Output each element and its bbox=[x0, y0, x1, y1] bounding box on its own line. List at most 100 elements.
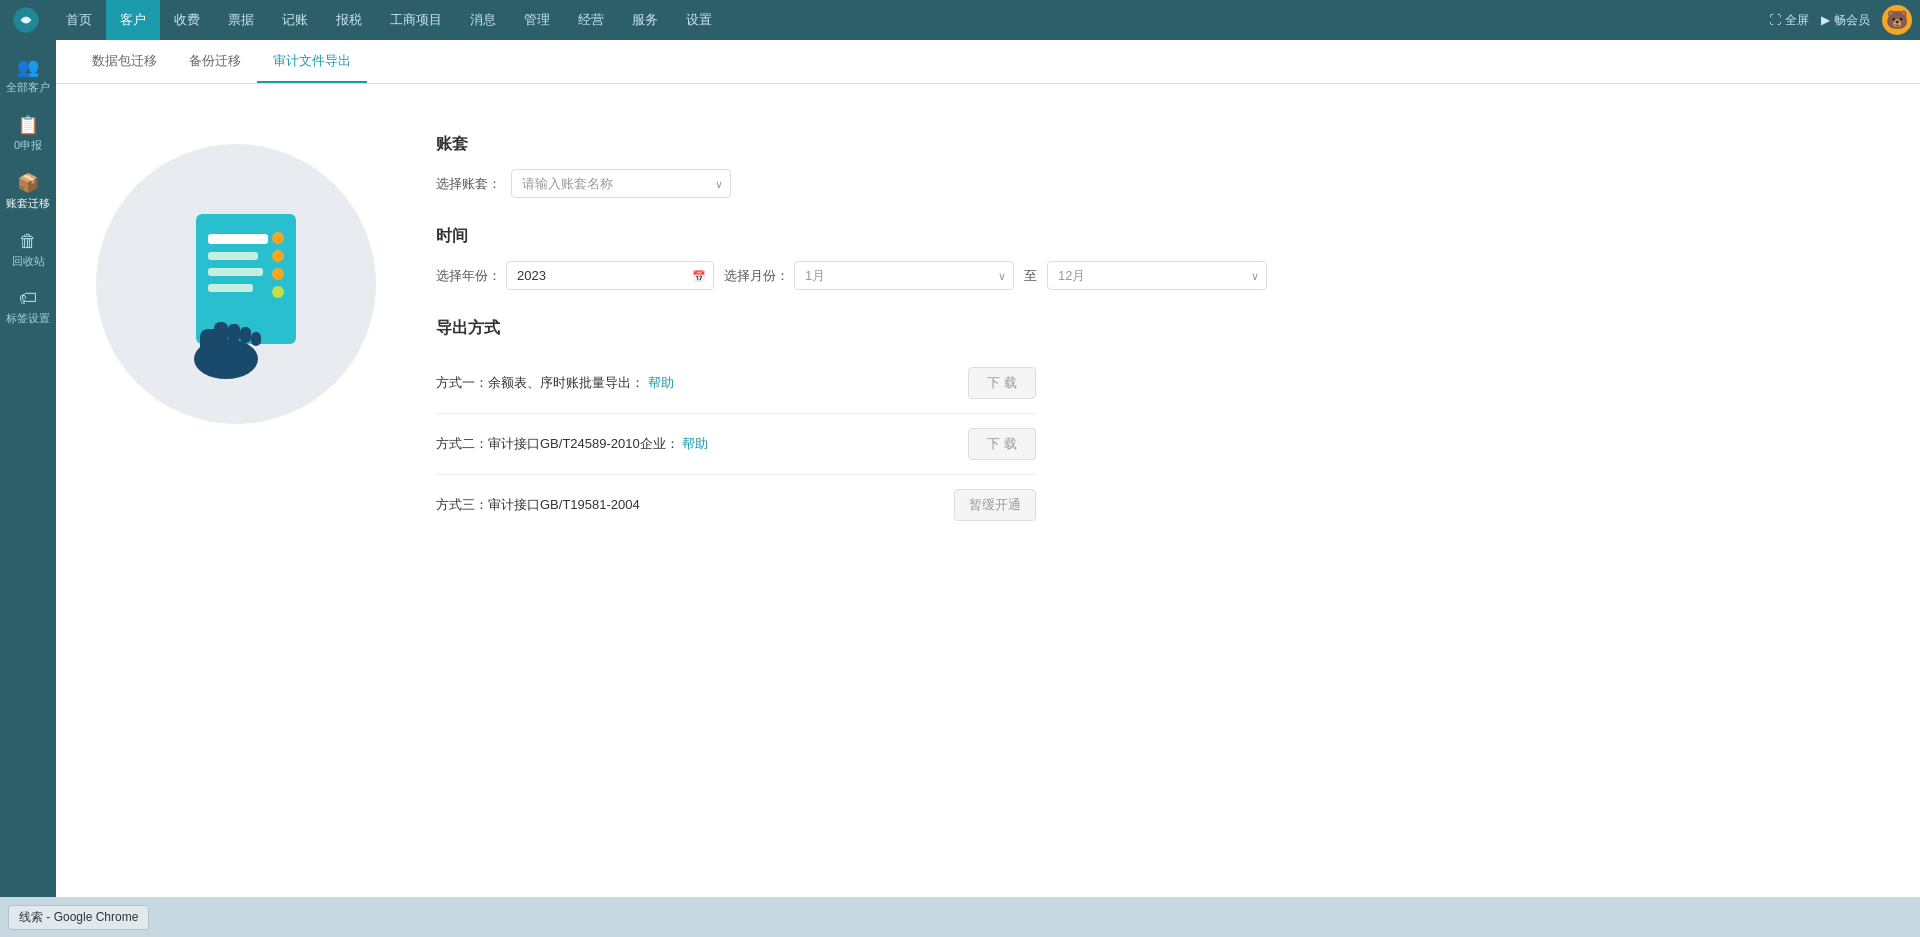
sidebar-label-recycle-bin: 回收站 bbox=[12, 255, 45, 268]
export-method-2-download-button[interactable]: 下 载 bbox=[968, 428, 1036, 460]
sidebar-item-account-migration[interactable]: 📦 账套迁移 bbox=[2, 164, 54, 218]
taskbar: 线索 - Google Chrome bbox=[0, 897, 1920, 937]
svg-point-7 bbox=[272, 250, 284, 262]
export-method-2-help-link[interactable]: 帮助 bbox=[682, 436, 708, 451]
year-label: 选择年份： bbox=[436, 267, 496, 285]
nav-item-消息[interactable]: 消息 bbox=[456, 0, 510, 40]
svg-rect-13 bbox=[228, 324, 240, 342]
export-method-3-label: 方式三：审计接口GB/T19581-2004 bbox=[436, 496, 640, 514]
nav-item-票据[interactable]: 票据 bbox=[214, 0, 268, 40]
account-section: 账套 选择账套： 请输入账套名称 bbox=[436, 134, 1036, 198]
account-select-label: 选择账套： bbox=[436, 175, 501, 193]
svg-rect-3 bbox=[208, 252, 258, 260]
export-method-1-download-button[interactable]: 下 载 bbox=[968, 367, 1036, 399]
sidebar-item-recycle-bin[interactable]: 🗑 回收站 bbox=[2, 223, 54, 276]
tab-bar: 数据包迁移 备份迁移 审计文件导出 bbox=[56, 40, 1920, 84]
account-row: 选择账套： 请输入账套名称 bbox=[436, 169, 1036, 198]
month-start-select[interactable]: 1月2月3月4月 5月6月7月8月 9月10月11月12月 bbox=[794, 261, 1014, 290]
svg-point-6 bbox=[272, 232, 284, 244]
account-select[interactable]: 请输入账套名称 bbox=[511, 169, 731, 198]
tab-backup-migration[interactable]: 备份迁移 bbox=[173, 40, 257, 83]
tab-audit-export-label: 审计文件导出 bbox=[273, 52, 351, 70]
svg-rect-12 bbox=[214, 322, 228, 342]
content-area: 数据包迁移 备份迁移 审计文件导出 bbox=[56, 40, 1920, 897]
taskbar-item-chrome[interactable]: 线索 - Google Chrome bbox=[8, 905, 149, 930]
sidebar-item-tag-settings[interactable]: 🏷 标签设置 bbox=[2, 280, 54, 333]
month-label: 选择月份： bbox=[724, 267, 784, 285]
time-row: 选择年份： 选择月份： 1月2月3月4月 5月6月7月8月 9月10月11月12… bbox=[436, 261, 1036, 290]
illustration-circle bbox=[96, 144, 376, 424]
vip-label: 畅会员 bbox=[1834, 12, 1870, 29]
sidebar: 👥 全部客户 📋 0申报 📦 账套迁移 🗑 回收站 🏷 标签设置 bbox=[0, 40, 56, 897]
export-method-3: 方式三：审计接口GB/T19581-2004 暂缓开通 bbox=[436, 475, 1036, 535]
sidebar-item-zero-report[interactable]: 📋 0申报 bbox=[2, 106, 54, 160]
export-section-title: 导出方式 bbox=[436, 318, 1036, 339]
nav-item-管理[interactable]: 管理 bbox=[510, 0, 564, 40]
fullscreen-icon: ⛶ bbox=[1769, 13, 1781, 27]
nav-item-经营[interactable]: 经营 bbox=[564, 0, 618, 40]
account-migration-icon: 📦 bbox=[17, 172, 39, 194]
nav-item-记账[interactable]: 记账 bbox=[268, 0, 322, 40]
logo[interactable] bbox=[8, 2, 44, 38]
export-method-1-help-link[interactable]: 帮助 bbox=[648, 375, 674, 390]
fullscreen-button[interactable]: ⛶ 全屏 bbox=[1769, 12, 1809, 29]
svg-rect-4 bbox=[208, 268, 263, 276]
zero-report-icon: 📋 bbox=[17, 114, 39, 136]
nav-right: ⛶ 全屏 ▶ 畅会员 🐻 bbox=[1769, 5, 1912, 35]
svg-rect-14 bbox=[240, 327, 251, 343]
export-method-2: 方式二：审计接口GB/T24589-2010企业： 帮助 下 载 bbox=[436, 414, 1036, 475]
account-select-wrapper: 请输入账套名称 bbox=[511, 169, 731, 198]
account-section-title: 账套 bbox=[436, 134, 1036, 155]
sidebar-label-zero-report: 0申报 bbox=[14, 139, 42, 152]
time-section-title: 时间 bbox=[436, 226, 1036, 247]
nav-items: 首页客户收费票据记账报税工商项目消息管理经营服务设置 bbox=[52, 0, 1769, 40]
sidebar-label-tag-settings: 标签设置 bbox=[6, 312, 50, 325]
month-end-wrapper: 1月2月3月4月 5月6月7月8月 9月10月11月12月 bbox=[1047, 261, 1267, 290]
fullscreen-label: 全屏 bbox=[1785, 12, 1809, 29]
tag-settings-icon: 🏷 bbox=[19, 288, 37, 309]
sidebar-label-account-migration: 账套迁移 bbox=[6, 197, 50, 210]
export-section: 导出方式 方式一：余额表、序时账批量导出： 帮助 下 载 方式二：审计接口GB/… bbox=[436, 318, 1036, 535]
year-input-wrapper bbox=[506, 261, 714, 290]
avatar[interactable]: 🐻 bbox=[1882, 5, 1912, 35]
nav-item-设置[interactable]: 设置 bbox=[672, 0, 726, 40]
nav-item-收费[interactable]: 收费 bbox=[160, 0, 214, 40]
main-layout: 👥 全部客户 📋 0申报 📦 账套迁移 🗑 回收站 🏷 标签设置 数据包迁移 bbox=[0, 40, 1920, 897]
sidebar-label-all-customers: 全部客户 bbox=[6, 81, 50, 94]
illustration-wrapper bbox=[96, 144, 376, 424]
svg-rect-15 bbox=[251, 332, 261, 346]
nav-item-首页[interactable]: 首页 bbox=[52, 0, 106, 40]
tab-data-migration-label: 数据包迁移 bbox=[92, 52, 157, 70]
vip-button[interactable]: ▶ 畅会员 bbox=[1821, 12, 1870, 29]
svg-point-9 bbox=[272, 286, 284, 298]
sidebar-item-all-customers[interactable]: 👥 全部客户 bbox=[2, 48, 54, 102]
export-method-3-coming-soon-button: 暂缓开通 bbox=[954, 489, 1036, 521]
nav-item-服务[interactable]: 服务 bbox=[618, 0, 672, 40]
main-content: 账套 选择账套： 请输入账套名称 时间 选择年份： bbox=[56, 84, 1920, 897]
export-method-1-text: 方式一：余额表、序时账批量导出： bbox=[436, 375, 644, 390]
time-section: 时间 选择年份： 选择月份： 1月2月3月4月 5月6月7月8月 9月10月11… bbox=[436, 226, 1036, 290]
tab-data-migration[interactable]: 数据包迁移 bbox=[76, 40, 173, 83]
all-customers-icon: 👥 bbox=[17, 56, 39, 78]
taskbar-item-chrome-label: 线索 - Google Chrome bbox=[19, 910, 138, 924]
time-separator: 至 bbox=[1024, 267, 1037, 285]
recycle-bin-icon: 🗑 bbox=[19, 231, 37, 252]
tab-audit-export[interactable]: 审计文件导出 bbox=[257, 40, 367, 83]
nav-item-客户[interactable]: 客户 bbox=[106, 0, 160, 40]
month-end-select[interactable]: 1月2月3月4月 5月6月7月8月 9月10月11月12月 bbox=[1047, 261, 1267, 290]
nav-item-报税[interactable]: 报税 bbox=[322, 0, 376, 40]
export-method-2-text: 方式二：审计接口GB/T24589-2010企业： bbox=[436, 436, 679, 451]
top-nav: 首页客户收费票据记账报税工商项目消息管理经营服务设置 ⛶ 全屏 ▶ 畅会员 🐻 bbox=[0, 0, 1920, 40]
svg-point-8 bbox=[272, 268, 284, 280]
svg-rect-5 bbox=[208, 284, 253, 292]
nav-item-工商项目[interactable]: 工商项目 bbox=[376, 0, 456, 40]
tab-backup-migration-label: 备份迁移 bbox=[189, 52, 241, 70]
form-area: 账套 选择账套： 请输入账套名称 时间 选择年份： bbox=[436, 124, 1036, 563]
year-input[interactable] bbox=[506, 261, 714, 290]
svg-rect-2 bbox=[208, 234, 268, 244]
export-method-2-label: 方式二：审计接口GB/T24589-2010企业： 帮助 bbox=[436, 435, 708, 453]
month-start-wrapper: 1月2月3月4月 5月6月7月8月 9月10月11月12月 bbox=[794, 261, 1014, 290]
vip-icon: ▶ bbox=[1821, 13, 1830, 27]
export-method-1-label: 方式一：余额表、序时账批量导出： 帮助 bbox=[436, 374, 674, 392]
export-method-1: 方式一：余额表、序时账批量导出： 帮助 下 载 bbox=[436, 353, 1036, 414]
